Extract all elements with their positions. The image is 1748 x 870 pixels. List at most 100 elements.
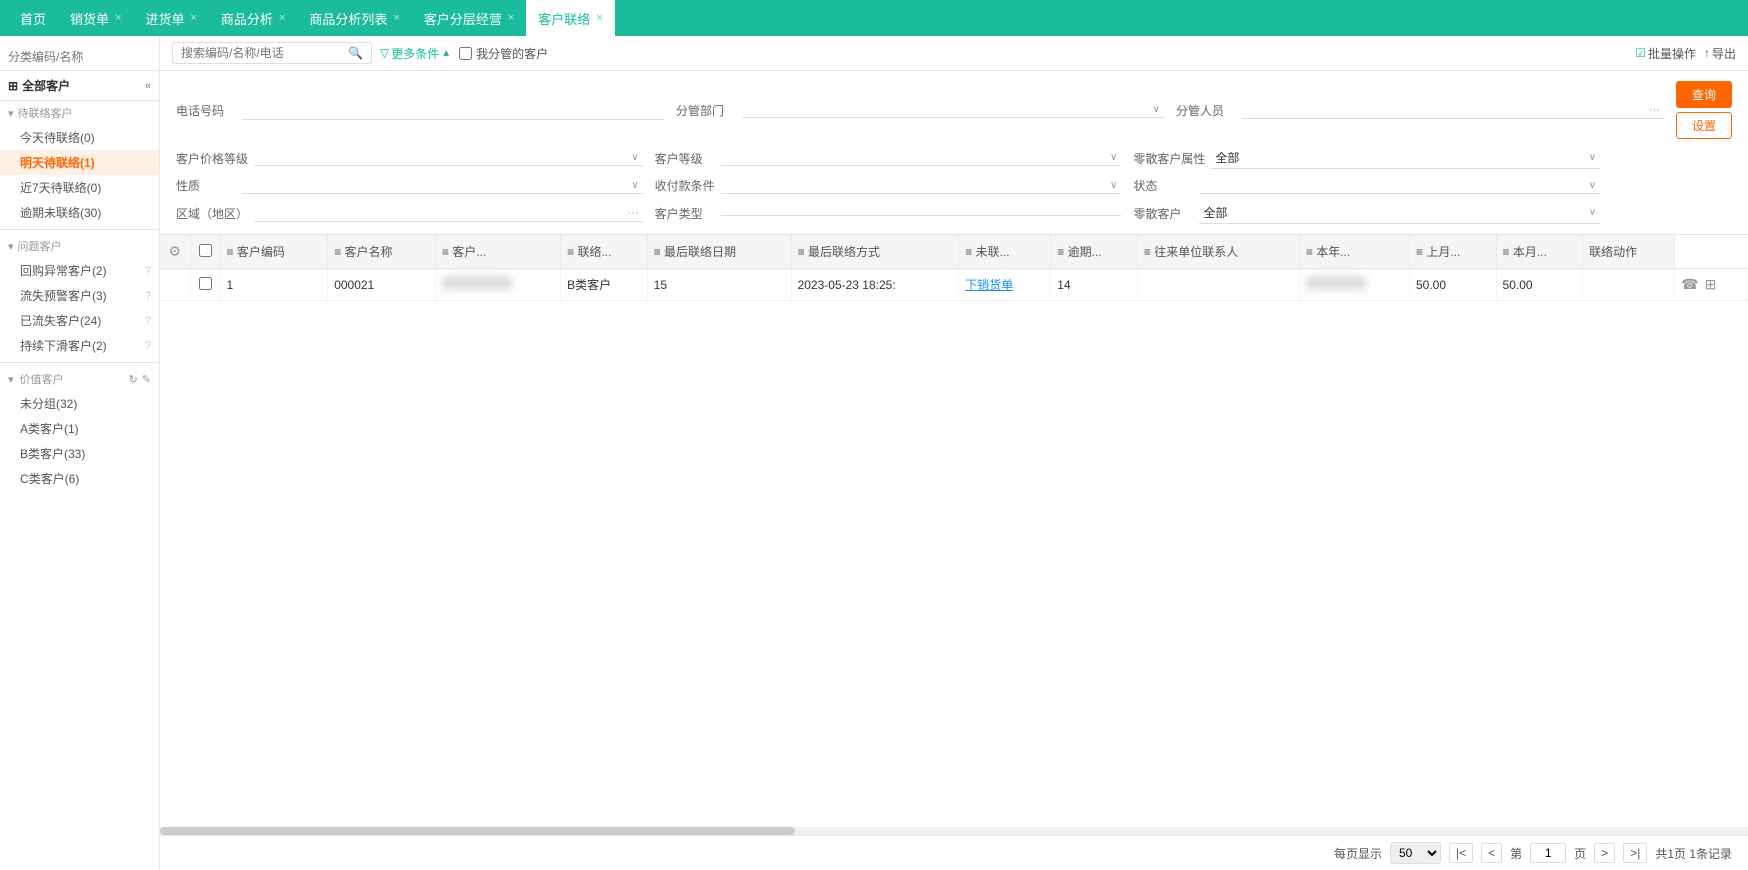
close-product-analysis-icon[interactable]: × [279, 12, 285, 24]
filter-dept: 分管部门 ∨ [676, 102, 1164, 119]
close-customer-contact-icon[interactable]: × [596, 12, 602, 24]
filter-phone-input[interactable] [242, 101, 664, 120]
query-button[interactable]: 查询 [1676, 81, 1732, 108]
batch-op-btn[interactable]: ☑ 批量操作 [1635, 45, 1696, 62]
nav-product-analysis-list[interactable]: 商品分析列表 × [297, 0, 411, 36]
filter-payment-select[interactable]: ∨ [721, 178, 1122, 194]
nav-customer-contact[interactable]: 客户联络 × [526, 0, 614, 36]
sidebar-search-input[interactable] [8, 50, 160, 64]
per-page-select[interactable]: 50 100 200 [1390, 842, 1441, 864]
close-customer-segment-icon[interactable]: × [508, 12, 514, 24]
row-checkbox[interactable] [199, 277, 212, 290]
help-churned-icon[interactable]: ? [145, 315, 151, 327]
refresh-value-icon[interactable]: ↻ [129, 373, 138, 386]
nav-home[interactable]: 首页 [8, 0, 58, 36]
close-product-list-icon[interactable]: × [393, 12, 399, 24]
sidebar-search-wrap: 🔍 [0, 44, 159, 71]
filter-area-select[interactable]: ··· [254, 205, 643, 222]
filter-retail-customer: 零散客户 全部 ∨ [1133, 202, 1600, 224]
sidebar-item-ungrouped[interactable]: 未分组(32) [0, 391, 159, 416]
area-more-icon[interactable]: ··· [628, 207, 639, 219]
filter-icon: ▽ [380, 46, 389, 60]
sidebar-item-7days[interactable]: 近7天待联络(0) [0, 175, 159, 200]
edit-value-icon[interactable]: ✎ [142, 373, 151, 386]
sidebar-item-repurchase[interactable]: 回购异常客户(2) ? [0, 258, 159, 283]
select-all-checkbox[interactable] [199, 244, 212, 257]
phone-action-icon[interactable]: ☎ [1681, 276, 1698, 293]
filter-retail-select[interactable]: 全部 ∨ [1199, 202, 1600, 224]
th-actions: 联络动作 [1583, 235, 1675, 269]
close-sales-icon[interactable]: × [115, 12, 121, 24]
dept-dropdown-icon: ∨ [1153, 104, 1160, 115]
table-body: 1 000021 B类客户 15 2023-05-23 18:25: 下销货单 [160, 269, 1748, 301]
export-btn[interactable]: ↑ 导出 [1704, 45, 1736, 62]
my-customers-checkbox[interactable] [459, 47, 472, 60]
search-input[interactable] [181, 46, 344, 60]
td-settings [160, 269, 190, 301]
nav-purchase[interactable]: 进货单 × [133, 0, 208, 36]
prev-page-btn[interactable]: < [1481, 843, 1502, 863]
td-last-month: 50.00 [1496, 269, 1583, 301]
filter-price-select[interactable]: ∨ [254, 150, 643, 166]
main-content: 🔍 ▽ 更多条件 ▲ 我分管的客户 ☑ 批量操作 ↑ 导出 [160, 36, 1748, 870]
table-scrollbar[interactable] [160, 827, 1748, 835]
page-number-input[interactable] [1530, 843, 1566, 863]
filter-type-select[interactable] [721, 211, 1122, 216]
filter-level-select[interactable]: ∨ [721, 150, 1122, 166]
sidebar-item-today[interactable]: 今天待联络(0) [0, 125, 159, 150]
td-last-date: 2023-05-23 18:25: [791, 269, 959, 301]
last-page-btn[interactable]: >| [1623, 843, 1647, 863]
all-customers-item[interactable]: ⊞ 全部客户 « [0, 71, 159, 101]
nav-product-analysis[interactable]: 商品分析 × [209, 0, 297, 36]
help-churn-icon[interactable]: ? [145, 290, 151, 302]
nav-customer-segment[interactable]: 客户分层经营 × [412, 0, 526, 36]
filter-gender-select[interactable]: ∨ [242, 178, 643, 194]
sidebar-item-tomorrow[interactable]: 明天待联络(1) [0, 150, 159, 175]
first-page-btn[interactable]: |< [1449, 843, 1473, 863]
filter-retail-attr-select[interactable]: 全部 ∨ [1211, 147, 1600, 169]
search-bar-right: ☑ 批量操作 ↑ 导出 [1635, 45, 1736, 62]
close-purchase-icon[interactable]: × [190, 12, 196, 24]
sidebar-item-type-b[interactable]: B类客户(33) [0, 441, 159, 466]
td-this-year: 50.00 [1409, 269, 1496, 301]
sidebar: 🔍 ⊞ 全部客户 « ▾ 待联络客户 今天待联络(0) 明天待联络(1) 近7天… [0, 36, 160, 870]
th-customer-type: ≡ 客户... [435, 235, 560, 269]
more-conditions-btn[interactable]: ▽ 更多条件 ▲ [380, 45, 451, 62]
sidebar-item-overdue[interactable]: 逾期未联络(30) [0, 200, 159, 225]
price-dropdown-icon: ∨ [631, 152, 638, 163]
td-this-month [1583, 269, 1675, 301]
customer-name-blurred [442, 276, 512, 290]
filter-status-select[interactable]: ∨ [1199, 178, 1600, 194]
filter-manager-select[interactable]: ··· [1242, 102, 1664, 119]
sidebar-item-declining[interactable]: 持续下滑客户(2) ? [0, 333, 159, 358]
total-label: 共1页 1条记录 [1655, 845, 1732, 862]
problem-arrow-icon: ▾ [8, 240, 14, 253]
help-repurchase-icon[interactable]: ? [145, 265, 151, 277]
manager-more-icon[interactable]: ··· [1649, 104, 1660, 116]
grid-action-icon[interactable]: ⊞ [1705, 276, 1717, 293]
th-last-method: ≡ 最后联络方式 [791, 235, 959, 269]
th-settings: ⚙ [160, 235, 190, 269]
td-overdue [1137, 269, 1299, 301]
last-method-link[interactable]: 下销货单 [965, 278, 1013, 292]
sidebar-item-churned[interactable]: 已流失客户(24) ? [0, 308, 159, 333]
th-name: ≡ 客户名称 [328, 235, 436, 269]
sidebar-item-type-a[interactable]: A类客户(1) [0, 416, 159, 441]
filter-row-2: 客户价格等级 ∨ 客户等级 ∨ 零散客户属性 全部 [176, 147, 1732, 169]
next-page-btn[interactable]: > [1594, 843, 1615, 863]
value-section-title: ▾ 价值客户 ↻ ✎ [0, 367, 159, 391]
filter-phone: 电话号码 [176, 101, 664, 120]
search-submit-icon[interactable]: 🔍 [348, 46, 363, 60]
filter-buttons: 查询 设置 [1676, 81, 1732, 139]
collapse-sidebar-icon[interactable]: « [145, 80, 151, 92]
sidebar-item-type-c[interactable]: C类客户(6) [0, 466, 159, 491]
filter-dept-select[interactable]: ∨ [742, 102, 1164, 118]
set-button[interactable]: 设置 [1676, 112, 1732, 139]
table-settings-icon[interactable]: ⚙ [168, 243, 181, 259]
scrollbar-thumb[interactable] [160, 827, 795, 835]
nav-sales[interactable]: 销货单 × [58, 0, 133, 36]
customer-table: ⚙ ≡ 客户编码 ≡ 客户名称 ≡ 客户... [160, 235, 1748, 301]
help-declining-icon[interactable]: ? [145, 340, 151, 352]
sidebar-item-churn-warning[interactable]: 流失预警客户(3) ? [0, 283, 159, 308]
gender-dropdown-icon: ∨ [631, 180, 638, 191]
